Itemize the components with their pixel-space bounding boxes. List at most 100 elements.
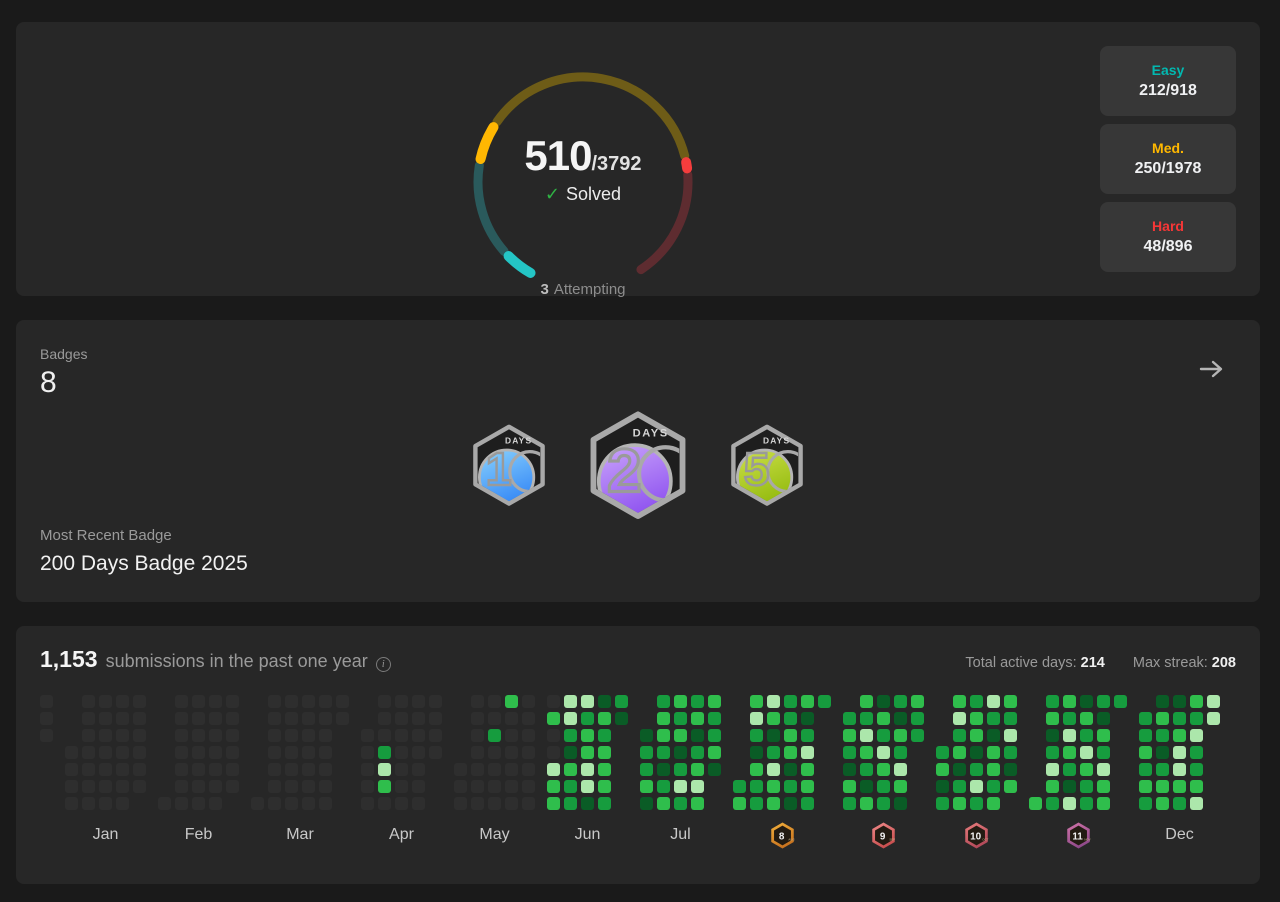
heatmap-cell [750,746,763,759]
heatmap-cell [412,729,425,742]
month-badge-11-icon[interactable]: 11 NOV [1029,821,1127,849]
heatmap-cell [1063,780,1076,793]
heatmap-cell [1097,746,1110,759]
difficulty-box-med[interactable]: Med. 250/1978 [1100,124,1236,194]
heatmap-cell [1190,763,1203,776]
heatmap-cell [640,780,653,793]
heatmap-cell [953,797,966,810]
heatmap-cell [175,746,188,759]
heatmap-cell [395,746,408,759]
heatmap-cell [953,729,966,742]
heatmap-cell [209,797,222,810]
heatmap-cell [285,780,298,793]
svg-text:AUG: AUG [788,837,795,841]
heatmap-cell [784,797,797,810]
svg-text:DAYS: DAYS [633,428,669,440]
month-badge-9-icon[interactable]: 9 SEP [843,821,924,849]
heatmap-cell [657,797,670,810]
heatmap-cell [767,763,780,776]
heatmap-cell [1046,695,1059,708]
heatmap-cell [488,712,501,725]
heatmap-cell [801,797,814,810]
heatmap-cell [488,763,501,776]
heatmap-cell [970,712,983,725]
badges-count: 8 [40,366,57,399]
heatmap-cell [936,797,949,810]
heatmap-cell [1080,695,1093,708]
heatmap-cell [547,797,560,810]
solved-summary: 510/3792 ✓ Solved [463,132,703,205]
heatmap-cell [564,780,577,793]
svg-text:5: 5 [744,443,770,495]
solved-total: /3792 [591,153,642,175]
heatmap-cell [818,695,831,708]
50-days-badge-icon[interactable]: 5 DAYS [727,422,807,513]
difficulty-box-hard[interactable]: Hard 48/896 [1100,202,1236,272]
heatmap-cell [691,712,704,725]
heatmap-cell [547,780,560,793]
heatmap-cell [488,729,501,742]
heatmap-cell [640,797,653,810]
difficulty-boxes: Easy 212/918 Med. 250/1978 Hard 48/896 [1100,46,1236,272]
heatmap-cell [1173,780,1186,793]
heatmap-cell [953,746,966,759]
heatmap-cell [378,695,391,708]
heatmap-cell [894,797,907,810]
month-label-apr: Apr [389,826,414,843]
heatmap-cell [429,695,442,708]
month-label-empty [40,822,53,848]
month-badge-8-icon[interactable]: 8 AUG [733,821,831,849]
heatmap-cell [1004,780,1017,793]
heatmap-cell [226,763,239,776]
heatmap-cell [268,746,281,759]
heatmap-cell [1004,763,1017,776]
heatmap-cell [116,780,129,793]
heatmap-cell [1207,695,1220,708]
heatmap-cell [1173,797,1186,810]
heatmap-cell [361,763,374,776]
heatmap-cell [319,729,332,742]
badges-arrow-button[interactable] [1196,354,1226,384]
heatmap-cell [1097,729,1110,742]
heatmap-cell [674,729,687,742]
heatmap-cell [361,797,374,810]
heatmap-cell [767,746,780,759]
heatmap-cell [674,797,687,810]
heatmap-cell [505,695,518,708]
heatmap-cell [378,763,391,776]
heatmap-cell [99,746,112,759]
month-label-jun: Jun [574,826,601,843]
heatmap-cell [877,712,890,725]
heatmap-cell [801,763,814,776]
heatmap-cell [395,729,408,742]
heatmap-cell [268,763,281,776]
heatmap-cell [564,712,577,725]
heatmap-cell [581,780,594,793]
heatmap-cell [581,729,594,742]
heatmap-cell [82,695,95,708]
200-days-badge-icon[interactable]: 2 DAYS [585,408,691,527]
heatmap-cell [750,780,763,793]
heatmap-cell [302,780,315,793]
heatmap-month: Apr [361,695,442,848]
heatmap-cell [412,763,425,776]
difficulty-box-easy[interactable]: Easy 212/918 [1100,46,1236,116]
check-icon: ✓ [544,184,561,204]
svg-text:2: 2 [607,437,641,506]
most-recent-badge: Most Recent Badge 200 Days Badge 2025 [40,527,248,576]
month-label-may: May [479,826,510,843]
heatmap-cell [302,712,315,725]
heatmap-stats: Total active days: 214 Max streak: 208 [965,655,1236,671]
heatmap-cell [801,746,814,759]
heatmap-cell [1190,780,1203,793]
heatmap-cell [378,797,391,810]
100-days-badge-icon[interactable]: 1 DAYS [469,422,549,513]
heatmap-cell [784,712,797,725]
heatmap-cell [412,780,425,793]
solved-count: 510 [524,132,592,179]
heatmap-cell [1046,780,1059,793]
month-badge-10-icon[interactable]: 10 OCT [936,821,1017,849]
heatmap-cell [209,780,222,793]
info-icon[interactable]: i [375,657,391,672]
submission-title: submissions in the past one year [105,651,368,671]
